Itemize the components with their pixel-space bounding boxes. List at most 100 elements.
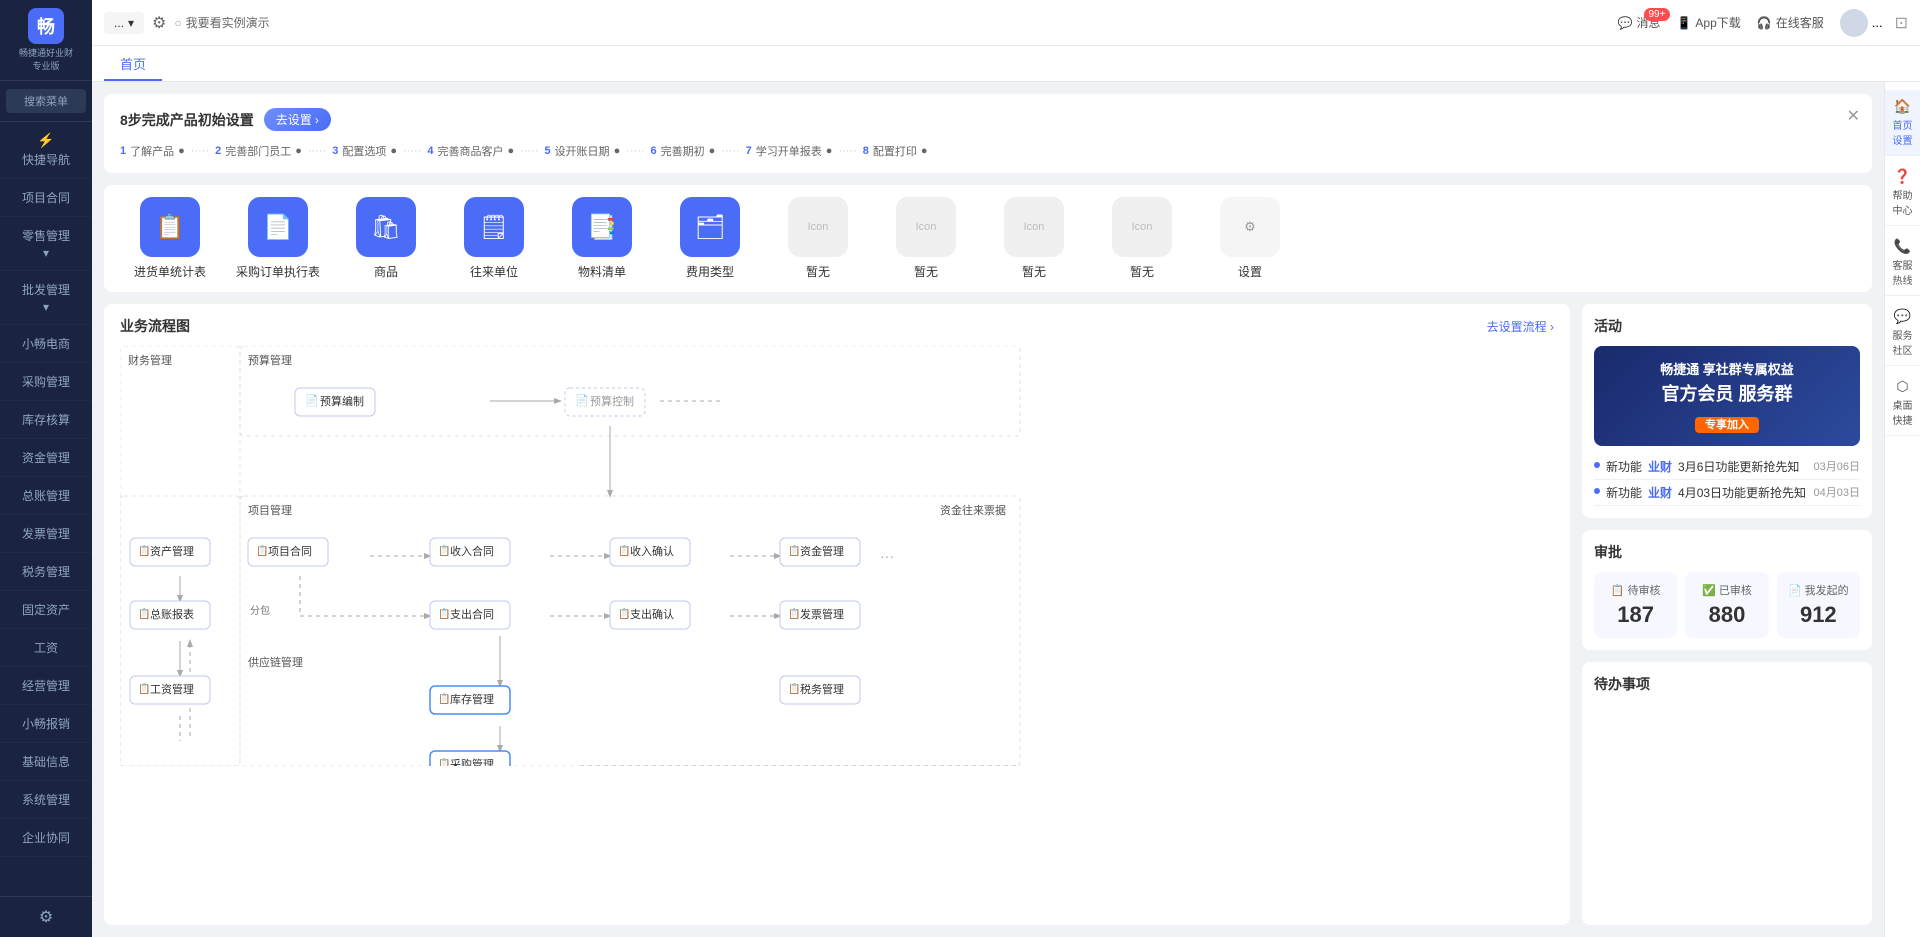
flow-header: 业务流程图 去设置流程 › [120,316,1554,336]
sidebar-item-finance[interactable]: 资金管理 [0,439,92,477]
sidebar-item-basic[interactable]: 基础信息 [0,743,92,781]
step-num: 6 [651,145,657,157]
sidebar-item-purchase[interactable]: 采购管理 [0,363,92,401]
online-service-button[interactable]: 🎧 在线客服 [1757,14,1824,31]
sidebar-item-wholesale[interactable]: 批发管理 ▾ [0,271,92,325]
message-button[interactable]: 💬 消息 99+ [1618,14,1661,31]
flow-svg: 财务管理 预算管理 项目管理 资金往来票据 供应链管理 [120,346,1554,766]
sidebar-settings-button[interactable]: ⚙ [0,896,92,937]
svg-text:支出确认: 支出确认 [630,607,674,621]
svg-text:资金管理: 资金管理 [800,544,844,558]
topbar-right: 💬 消息 99+ 📱 App下载 🎧 在线客服 ... [1618,9,1883,37]
svg-text:📋: 📋 [138,607,150,620]
icon-label-1: 采购订单执行表 [236,263,320,280]
icon-label-8: 暂无 [1022,263,1046,280]
activity-link[interactable]: 业财 [1648,458,1672,475]
sidebar-item-label: 工资 [34,639,58,656]
maximize-icon[interactable]: ⊡ [1895,13,1908,33]
rs-label-home: 首页设置 [1889,117,1916,147]
activity-date: 03月06日 [1814,458,1860,474]
sidebar-item-system[interactable]: 系统管理 [0,781,92,819]
svg-text:📋: 📋 [788,682,800,695]
svg-text:资产管理: 资产管理 [150,544,194,558]
quick-icon-9[interactable]: Icon 暂无 [1092,197,1192,280]
close-icon[interactable]: ✕ [1847,106,1860,126]
sidebar-item-quicknav[interactable]: ⚡ 快捷导航 [0,122,92,179]
icon-label-6: 暂无 [806,263,830,280]
stat-num-2: 912 [1783,602,1854,628]
stat-label-1: ✅ 已审核 [1691,582,1762,598]
home-icon: 🏠 [1894,98,1911,115]
step-label: 完善商品客户 [437,143,503,159]
sidebar-item-project[interactable]: 项目合同 [0,179,92,217]
quick-icon-5[interactable]: 🗂 费用类型 [660,197,760,280]
quick-icon-0[interactable]: 📋 进货单统计表 [120,197,220,280]
svg-text:总账报表: 总账报表 [150,607,194,621]
quick-icon-6[interactable]: Icon 暂无 [768,197,868,280]
sidebar-item-assets[interactable]: 固定资产 [0,591,92,629]
sidebar-item-business[interactable]: 经营管理 [0,667,92,705]
step-circle-icon: ● [507,145,514,157]
icon-label-10: 设置 [1238,263,1262,280]
activity-item-0: 新功能 业财 3月6日功能更新抢先知 03月06日 [1594,454,1860,480]
right-sidebar-community[interactable]: 💬 服务社区 [1885,300,1920,366]
activity-link[interactable]: 业财 [1648,484,1672,501]
username: ... [1872,15,1883,30]
step-num: 5 [544,145,550,157]
stat-label-2: 📄 我发起的 [1783,582,1854,598]
sidebar-item-collab[interactable]: 企业协同 [0,819,92,857]
svg-text:📋: 📋 [788,544,800,557]
icon-label-9: 暂无 [1130,263,1154,280]
quick-icon-10[interactable]: ⚙ 设置 [1200,197,1300,280]
activity-title: 活动 [1594,316,1860,336]
sidebar-item-payroll[interactable]: 工资 [0,629,92,667]
step-label: 配置选项 [342,143,386,159]
sidebar-item-label: 批发管理 [22,281,70,298]
svg-text:📋: 📋 [138,682,150,695]
app-download-button[interactable]: 📱 App下载 [1676,14,1740,31]
quick-icon-4[interactable]: 📑 物料清单 [552,197,652,280]
step-circle-icon: ● [614,145,621,157]
svg-text:📋: 📋 [438,692,450,705]
sidebar-item-invoice[interactable]: 发票管理 [0,515,92,553]
topbar-settings-icon[interactable]: ⚙ [152,13,166,33]
join-button[interactable]: 专享加入 [1695,417,1759,433]
sidebar-item-inventory[interactable]: 库存核算 [0,401,92,439]
company-selector[interactable]: ... ▾ [104,12,144,34]
quick-icon-1[interactable]: 📄 采购订单执行表 [228,197,328,280]
svg-text:📄: 📄 [575,394,589,407]
quick-icon-7[interactable]: Icon 暂无 [876,197,976,280]
stat-num-1: 880 [1691,602,1762,628]
sidebar-item-expense[interactable]: 小畅报销 [0,705,92,743]
activity-item-1: 新功能 业财 4月03日功能更新抢先知 04月03日 [1594,480,1860,506]
step-8: 8 配置打印 ● [863,143,928,159]
flow-setting-link[interactable]: 去设置流程 › [1487,318,1554,335]
step-num: 3 [332,145,338,157]
quick-icon-2[interactable]: 🛍 商品 [336,197,436,280]
quick-icon-8[interactable]: Icon 暂无 [984,197,1084,280]
go-setup-button[interactable]: 去设置 › [264,108,331,131]
sidebar-item-tax[interactable]: 税务管理 [0,553,92,591]
sidebar-item-label: 企业协同 [22,829,70,846]
sidebar-item-ecommerce[interactable]: 小畅电商 [0,325,92,363]
sidebar-item-ledger[interactable]: 总账管理 [0,477,92,515]
right-sidebar-desktop[interactable]: ⬡ 桌面快捷 [1885,370,1920,436]
icon-label-0: 进货单统计表 [134,263,206,280]
arrow-icon: › [315,113,319,127]
right-sidebar-phone[interactable]: 📞 客服热线 [1885,230,1920,296]
right-sidebar-home[interactable]: 🏠 首页设置 [1885,90,1920,156]
approval-stat-0[interactable]: 📋 待审核 187 [1594,572,1677,638]
search-menu-button[interactable]: 搜索菜单 [6,89,86,113]
svg-text:📋: 📋 [618,544,630,557]
demo-link[interactable]: ○ 我要看实例演示 [174,14,269,31]
sidebar-item-retail[interactable]: 零售管理 ▾ [0,217,92,271]
user-menu[interactable]: ... [1840,9,1883,37]
approval-stat-2[interactable]: 📄 我发起的 912 [1777,572,1860,638]
tab-home[interactable]: 首页 [104,48,162,81]
sidebar-search-area[interactable]: 搜索菜单 [0,81,92,122]
approval-stat-1[interactable]: ✅ 已审核 880 [1685,572,1768,638]
quick-icon-3[interactable]: 🗒 往来单位 [444,197,544,280]
step-label: 配置打印 [873,143,917,159]
right-sidebar: 🏠 首页设置 ❓ 帮助中心 📞 客服热线 💬 服务社区 ⬡ 桌面快捷 [1884,82,1920,937]
right-sidebar-help[interactable]: ❓ 帮助中心 [1885,160,1920,226]
